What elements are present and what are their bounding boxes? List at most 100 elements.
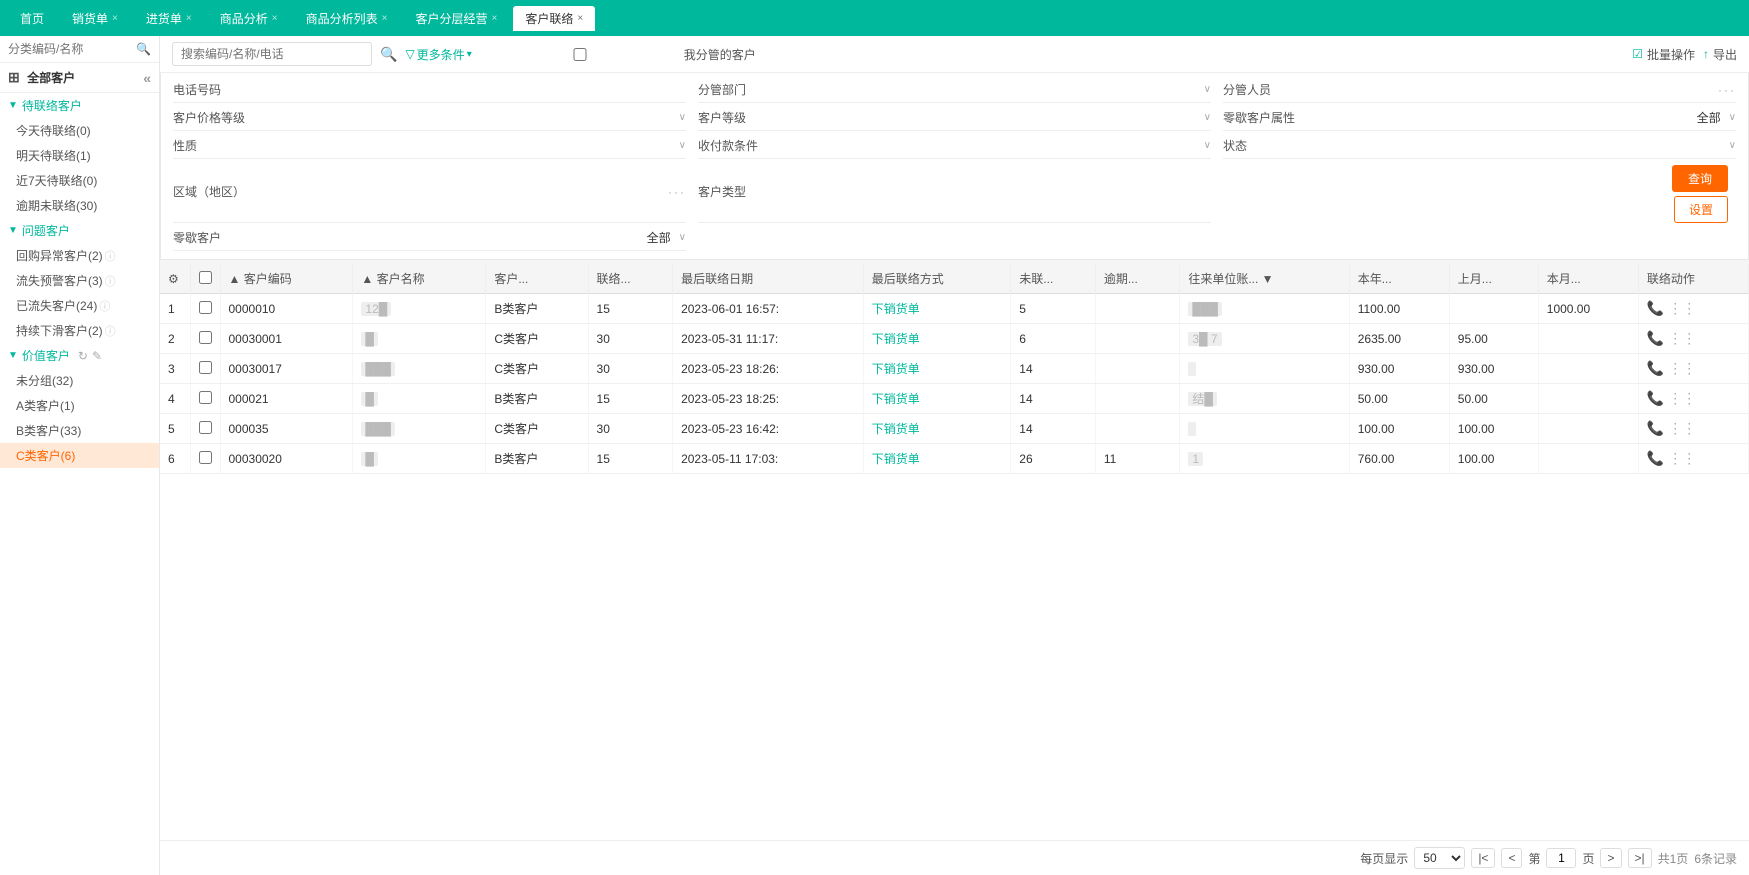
phone-action-icon[interactable]: 📞 xyxy=(1647,300,1664,317)
sidebar-item-declining[interactable]: 持续下滑客户(2) ⓘ xyxy=(0,318,159,343)
sidebar-item-today[interactable]: 今天待联络(0) xyxy=(0,118,159,143)
payment-select[interactable]: ∨ xyxy=(774,140,1211,151)
more-action-icon[interactable]: ⋮⋮ xyxy=(1668,450,1696,467)
phone-action-icon[interactable]: 📞 xyxy=(1647,360,1664,377)
row-checkbox[interactable] xyxy=(190,324,220,354)
row-no: 2 xyxy=(160,324,190,354)
sidebar-search-icon[interactable]: 🔍 xyxy=(136,42,151,56)
nav-customer-segment[interactable]: 客户分层经营 × xyxy=(403,6,509,31)
section-pending[interactable]: ▼ 待联络客户 xyxy=(0,93,159,118)
edit-icon[interactable]: ✎ xyxy=(92,349,102,363)
row-checkbox[interactable] xyxy=(190,444,220,474)
retail-attr-select[interactable]: 全部 ∨ xyxy=(1301,109,1736,126)
row-actions: 📞 ⋮⋮ xyxy=(1638,354,1748,384)
row-unliaised: 14 xyxy=(1011,384,1096,414)
retail-attr-val: 全部 xyxy=(1697,109,1721,126)
row-actions: 📞 ⋮⋮ xyxy=(1638,324,1748,354)
nav-analysis[interactable]: 商品分析 × xyxy=(208,6,290,31)
export-btn[interactable]: ↑ 导出 xyxy=(1703,46,1737,63)
refresh-icon[interactable]: ↻ xyxy=(78,349,88,363)
batch-op-btn[interactable]: ☑ 批量操作 xyxy=(1632,46,1695,63)
sidebar-all-customers[interactable]: ⊞ 全部客户 « xyxy=(0,63,159,93)
sidebar-item-churn-warning[interactable]: 流失预警客户(3) ⓘ xyxy=(0,268,159,293)
sidebar-item-7days[interactable]: 近7天待联络(0) xyxy=(0,168,159,193)
row-account xyxy=(1180,414,1349,444)
phone-action-icon[interactable]: 📞 xyxy=(1647,390,1664,407)
last-page-btn[interactable]: >| xyxy=(1628,848,1652,868)
page-number-input[interactable] xyxy=(1546,848,1576,868)
collapse-sidebar-btn[interactable]: « xyxy=(143,70,151,86)
sidebar-item-overdue-contact[interactable]: 逾期未联络(30) xyxy=(0,193,159,218)
nav-home[interactable]: 首页 xyxy=(8,6,56,31)
row-last-method[interactable]: 下销货单 xyxy=(863,384,1011,414)
phone-action-icon[interactable]: 📞 xyxy=(1647,420,1664,437)
nav-customer-contact[interactable]: 客户联络 × xyxy=(513,6,595,31)
nav-sales[interactable]: 销货单 × xyxy=(60,6,130,31)
row-last-method[interactable]: 下销货单 xyxy=(863,354,1011,384)
sidebar-item-class-b[interactable]: B类客户(33) xyxy=(0,418,159,443)
nav-contact-close[interactable]: × xyxy=(577,13,583,24)
row-checkbox[interactable] xyxy=(190,414,220,444)
retail-customer-select[interactable]: 全部 ∨ xyxy=(249,229,686,246)
more-action-icon[interactable]: ⋮⋮ xyxy=(1668,300,1696,317)
search-input[interactable] xyxy=(172,42,372,66)
phone-action-icon[interactable]: 📞 xyxy=(1647,330,1664,347)
row-last-method[interactable]: 下销货单 xyxy=(863,294,1011,324)
search-icon[interactable]: 🔍 xyxy=(380,46,397,63)
settings-button[interactable]: 设置 xyxy=(1674,196,1728,223)
manager-select[interactable]: ··· xyxy=(1299,83,1736,97)
status-select[interactable]: ∨ xyxy=(1299,140,1736,151)
sidebar-item-class-c[interactable]: C类客户(6) xyxy=(0,443,159,468)
sidebar-item-class-a[interactable]: A类客户(1) xyxy=(0,393,159,418)
row-last-method[interactable]: 下销货单 xyxy=(863,414,1011,444)
gender-select[interactable]: ∨ xyxy=(249,140,686,151)
select-all-checkbox[interactable] xyxy=(199,271,212,284)
th-settings[interactable]: ⚙ xyxy=(160,264,190,294)
nav-segment-close[interactable]: × xyxy=(491,13,497,24)
row-checkbox[interactable] xyxy=(190,384,220,414)
th-actions: 联络动作 xyxy=(1638,264,1748,294)
sidebar-item-b-label: B类客户(33) xyxy=(16,422,81,439)
more-action-icon[interactable]: ⋮⋮ xyxy=(1668,360,1696,377)
row-checkbox[interactable] xyxy=(190,354,220,384)
more-conditions-btn[interactable]: ▽ 更多条件 ▾ xyxy=(405,46,471,63)
section-value[interactable]: ▼ 价值客户 ↻ ✎ xyxy=(0,343,159,368)
nav-purchase[interactable]: 进货单 × xyxy=(134,6,204,31)
first-page-btn[interactable]: |< xyxy=(1471,848,1495,868)
row-checkbox[interactable] xyxy=(190,294,220,324)
dept-select[interactable]: ∨ xyxy=(774,84,1211,95)
prev-page-btn[interactable]: < xyxy=(1501,848,1522,868)
nav-analysis-close[interactable]: × xyxy=(272,13,278,24)
nav-analysis-list-close[interactable]: × xyxy=(382,13,388,24)
customer-level-select[interactable]: ∨ xyxy=(774,112,1211,123)
more-action-icon[interactable]: ⋮⋮ xyxy=(1668,330,1696,347)
section-problem[interactable]: ▼ 问题客户 xyxy=(0,218,159,243)
nav-purchase-close[interactable]: × xyxy=(186,13,192,24)
nav-sales-close[interactable]: × xyxy=(112,13,118,24)
row-last-method[interactable]: 下销货单 xyxy=(863,444,1011,474)
th-checkbox[interactable] xyxy=(190,264,220,294)
table-row: 2 00030001 █ C类客户 30 2023-05-31 11:17: 下… xyxy=(160,324,1749,354)
nav-analysis-list[interactable]: 商品分析列表 × xyxy=(294,6,400,31)
per-page-select[interactable]: 50 20 100 xyxy=(1414,847,1465,869)
sidebar-item-tomorrow[interactable]: 明天待联络(1) xyxy=(0,143,159,168)
filter-phone: 电话号码 xyxy=(173,81,686,103)
th-last-date: 最后联络日期 xyxy=(673,264,864,294)
next-page-btn[interactable]: > xyxy=(1600,848,1621,868)
sidebar-item-ungrouped[interactable]: 未分组(32) xyxy=(0,368,159,393)
value-level-select[interactable]: ∨ xyxy=(251,112,686,123)
more-action-icon[interactable]: ⋮⋮ xyxy=(1668,420,1696,437)
more-action-icon[interactable]: ⋮⋮ xyxy=(1668,390,1696,407)
sidebar-search-input[interactable] xyxy=(8,42,132,56)
sidebar-item-repurchase-abnormal[interactable]: 回购异常客户(2) ⓘ xyxy=(0,243,159,268)
area-select[interactable]: ··· xyxy=(251,185,686,199)
row-overdue xyxy=(1095,354,1180,384)
query-button[interactable]: 查询 xyxy=(1672,165,1728,192)
my-customers-checkbox[interactable] xyxy=(480,48,680,61)
row-account xyxy=(1180,354,1349,384)
phone-action-icon[interactable]: 📞 xyxy=(1647,450,1664,467)
row-last-method[interactable]: 下销货单 xyxy=(863,324,1011,354)
sidebar-item-churned[interactable]: 已流失客户(24) ⓘ xyxy=(0,293,159,318)
row-type: B类客户 xyxy=(486,384,588,414)
table-row: 5 000035 ███ C类客户 30 2023-05-23 16:42: 下… xyxy=(160,414,1749,444)
